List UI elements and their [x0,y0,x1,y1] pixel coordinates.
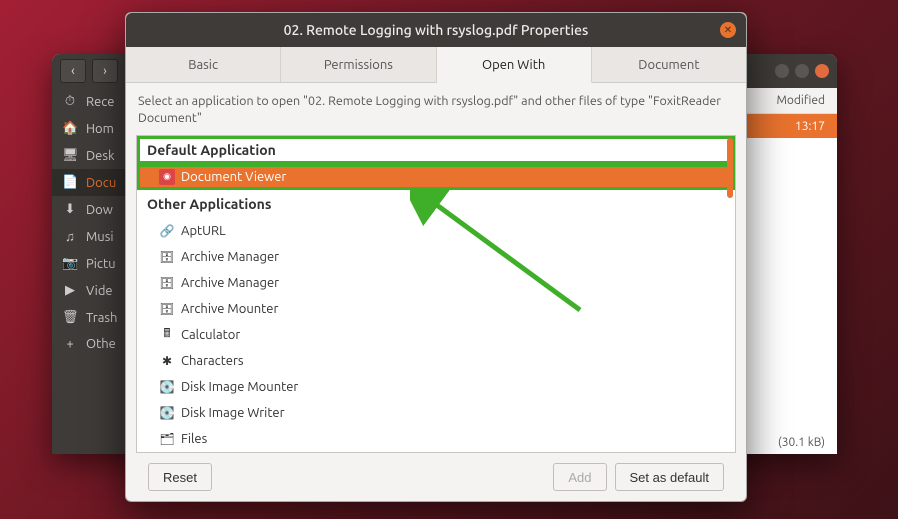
app-row-archive-manager[interactable]: 🗄 Archive Manager [137,270,735,296]
app-row-label: Archive Manager [181,250,279,264]
close-icon: ✕ [724,24,732,36]
archive-icon: 🗄 [159,249,175,265]
dialog-close-button[interactable]: ✕ [720,22,736,38]
disk-icon: 💽 [159,379,175,395]
app-row-archive-manager[interactable]: 🗄 Archive Manager [137,244,735,270]
app-row-label: Characters [181,354,244,368]
sidebar-item-label: Desk [86,149,115,163]
characters-icon: ✱ [159,353,175,369]
dialog-tabs: BasicPermissionsOpen WithDocument [126,47,746,83]
disk-icon: 💽 [159,405,175,421]
dialog-button-bar: Reset Add Set as default [136,453,736,501]
sidebar-item-label: Pictu [86,257,116,271]
files-icon: 🗂 [159,431,175,447]
add-button[interactable]: Add [553,463,606,491]
archive-icon: 🗄 [159,301,175,317]
default-app-heading: Default Application [137,136,735,164]
dialog-title: 02. Remote Logging with rsyslog.pdf Prop… [284,22,589,38]
app-row-document-viewer[interactable]: ◉ Document Viewer [137,164,735,190]
app-row-label: Calculator [181,328,240,342]
doc-viewer-icon: ◉ [159,169,175,185]
archive-icon: 🗄 [159,275,175,291]
app-row-disk-image-mounter[interactable]: 💽 Disk Image Mounter [137,374,735,400]
sidebar-icon: ⏱ [62,94,78,109]
sidebar-item-label: Hom [86,122,114,136]
sidebar-icon: 🗑 [62,310,78,325]
tab-document[interactable]: Document [592,47,746,82]
sidebar-icon: 📷 [62,256,78,271]
column-modified: Modified [776,94,825,107]
properties-dialog: 02. Remote Logging with rsyslog.pdf Prop… [125,12,747,502]
window-maximize-button[interactable] [795,64,809,78]
sidebar-item-label: Rece [86,95,114,109]
other-apps-heading: Other Applications [137,190,735,218]
sidebar-icon: 📄 [62,175,78,190]
sidebar-icon: 🖥 [62,148,78,163]
tab-basic[interactable]: Basic [126,47,281,82]
app-row-label: Archive Manager [181,276,279,290]
selection-size: (30.1 kB) [778,436,825,449]
app-row-characters[interactable]: ✱ Characters [137,348,735,374]
sidebar-icon: ⬇ [62,202,78,217]
sidebar-icon: 🏠 [62,121,78,136]
app-row-archive-mounter[interactable]: 🗄 Archive Mounter [137,296,735,322]
app-row-label: Archive Mounter [181,302,278,316]
status-bar: (30.1 kB) [766,430,837,454]
sidebar-icon: + [62,337,78,351]
app-row-disk-image-writer[interactable]: 💽 Disk Image Writer [137,400,735,426]
app-row-calculator[interactable]: 🖩 Calculator [137,322,735,348]
nav-back-button[interactable]: ‹ [60,59,86,83]
tab-open-with[interactable]: Open With [437,47,592,83]
tab-permissions[interactable]: Permissions [281,47,436,82]
sidebar-item-label: Othe [86,337,116,351]
app-row-label: Files [181,432,207,446]
application-list[interactable]: Default Application ◉ Document Viewer Ot… [136,135,736,453]
app-row-label: Disk Image Mounter [181,380,298,394]
app-row-label: Disk Image Writer [181,406,285,420]
file-row-time: 13:17 [795,120,825,133]
app-row-files[interactable]: 🗂 Files [137,426,735,452]
app-row-apturl[interactable]: 🔗 AptURL [137,218,735,244]
sidebar-icon: ♫ [62,229,78,244]
sidebar-item-label: Musi [86,230,114,244]
sidebar-item-label: Docu [86,176,116,190]
app-row-label: Document Viewer [181,170,286,184]
apturl-icon: 🔗 [159,223,175,239]
scrollbar-thumb[interactable] [727,138,733,198]
sidebar-item-label: Trash [86,311,117,325]
nav-forward-button[interactable]: › [92,59,118,83]
window-close-button[interactable] [815,64,829,78]
sidebar-icon: ▶ [62,283,78,298]
sidebar-item-label: Dow [86,203,113,217]
dialog-description: Select an application to open "02. Remot… [136,89,736,135]
window-minimize-button[interactable] [775,64,789,78]
app-row-label: AptURL [181,224,226,238]
calculator-icon: 🖩 [159,327,175,343]
dialog-titlebar: 02. Remote Logging with rsyslog.pdf Prop… [126,13,746,47]
reset-button[interactable]: Reset [148,463,212,491]
sidebar-item-label: Vide [86,284,113,298]
set-default-button[interactable]: Set as default [615,463,725,491]
